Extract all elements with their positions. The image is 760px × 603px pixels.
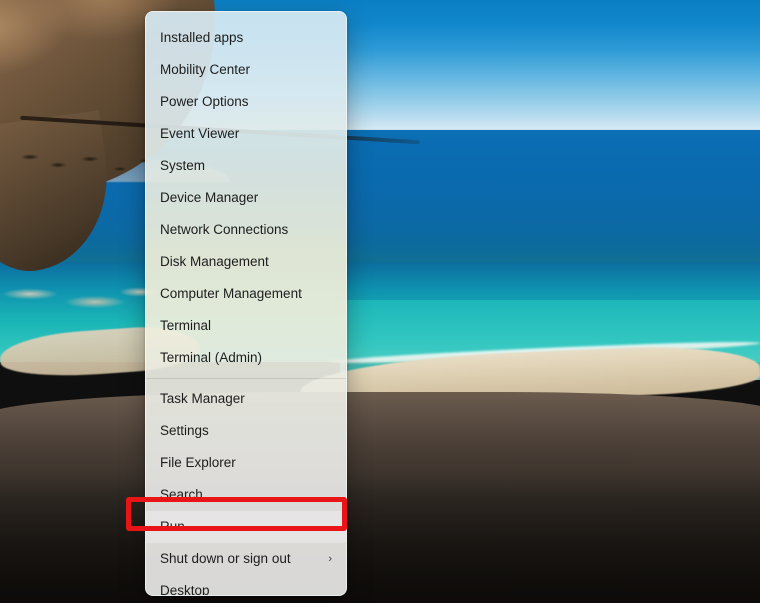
wallpaper-foreground-rock-shadow: [0, 470, 760, 603]
win-x-quick-link-menu[interactable]: Installed apps Mobility Center Power Optio…: [145, 11, 347, 596]
menu-item-label: Power Options: [160, 94, 249, 109]
menu-item-computer-management[interactable]: Computer Management: [146, 278, 346, 310]
menu-item-label: Settings: [160, 423, 209, 438]
menu-separator: [146, 378, 346, 379]
menu-item-label: Terminal (Admin): [160, 350, 263, 365]
menu-item-task-manager[interactable]: Task Manager: [146, 383, 346, 415]
menu-item-mobility-center[interactable]: Mobility Center: [146, 54, 346, 86]
menu-item-label: Task Manager: [160, 391, 245, 406]
menu-item-event-viewer[interactable]: Event Viewer: [146, 118, 346, 150]
menu-item-list: Installed apps Mobility Center Power Optio…: [146, 22, 346, 596]
menu-item-run[interactable]: Run: [146, 511, 346, 543]
menu-item-label: System: [160, 158, 206, 173]
menu-item-label: File Explorer: [160, 455, 236, 470]
menu-item-disk-management[interactable]: Disk Management: [146, 246, 346, 278]
menu-item-label: Event Viewer: [160, 126, 240, 141]
menu-item-system[interactable]: System: [146, 150, 346, 182]
wallpaper-beach-town: [0, 282, 160, 322]
menu-item-label: Shut down or sign out: [160, 551, 291, 566]
chevron-right-icon: ›: [328, 552, 332, 565]
desktop-wallpaper: [0, 0, 760, 603]
menu-item-label: Computer Management: [160, 286, 302, 301]
menu-item-device-manager[interactable]: Device Manager: [146, 182, 346, 214]
menu-item-label: Installed apps: [160, 30, 244, 45]
menu-item-label: Network Connections: [160, 222, 289, 237]
menu-item-label: Run: [160, 519, 185, 534]
menu-item-power-options[interactable]: Power Options: [146, 86, 346, 118]
menu-item-label: Device Manager: [160, 190, 259, 205]
wallpaper-twig-leaves: [10, 145, 160, 185]
menu-item-label: Disk Management: [160, 254, 269, 269]
menu-item-settings[interactable]: Settings: [146, 415, 346, 447]
menu-item-installed-apps[interactable]: Installed apps: [146, 22, 346, 54]
screen: Installed apps Mobility Center Power Optio…: [0, 0, 760, 603]
menu-item-label: Mobility Center: [160, 62, 251, 77]
menu-item-shut-down-or-sign-out[interactable]: Shut down or sign out ›: [146, 543, 346, 575]
menu-item-label: Desktop: [160, 583, 210, 596]
menu-item-terminal-admin[interactable]: Terminal (Admin): [146, 342, 346, 374]
menu-item-terminal[interactable]: Terminal: [146, 310, 346, 342]
menu-top-padding: [146, 12, 346, 22]
menu-item-label: Search: [160, 487, 203, 502]
menu-item-desktop[interactable]: Desktop: [146, 575, 346, 596]
menu-item-file-explorer[interactable]: File Explorer: [146, 447, 346, 479]
menu-item-label: Terminal: [160, 318, 212, 333]
menu-item-network-connections[interactable]: Network Connections: [146, 214, 346, 246]
menu-item-search[interactable]: Search: [146, 479, 346, 511]
